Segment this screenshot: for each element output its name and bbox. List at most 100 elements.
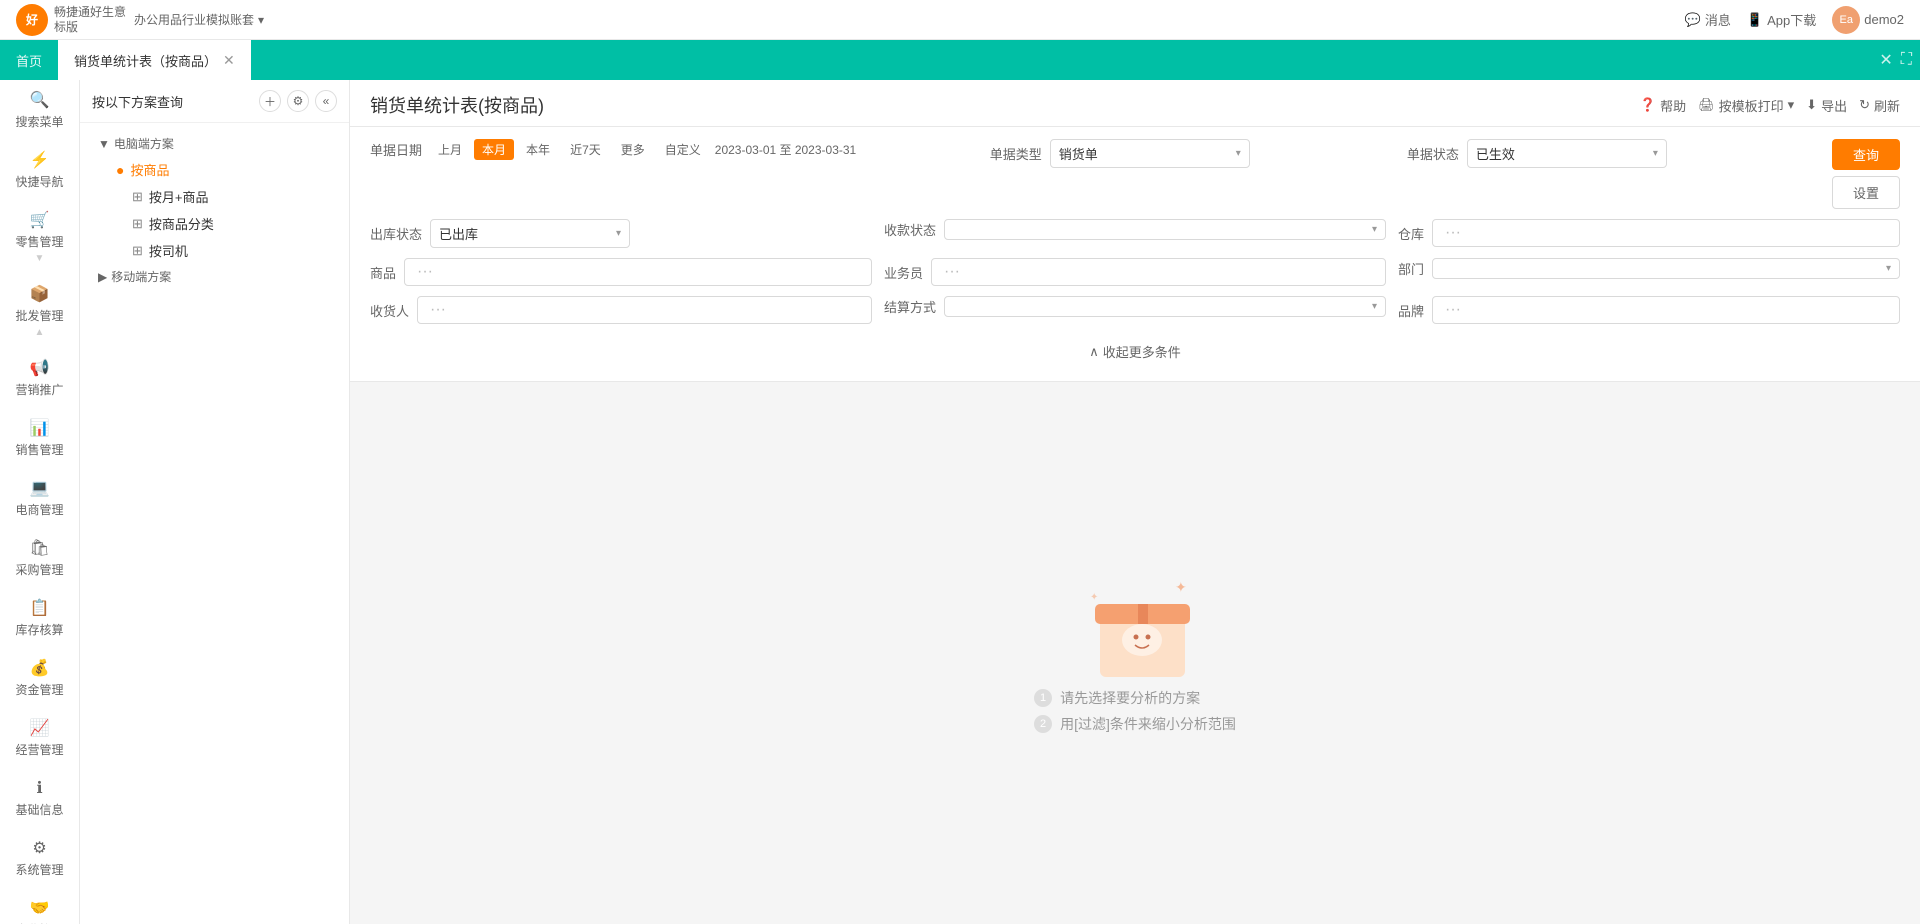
question-icon: ❓ <box>1640 97 1656 113</box>
page-header: 销货单统计表(按商品) ❓ 帮助 🖨 按模板打印 ▾ ⬇ 导出 <box>350 80 1920 127</box>
sidebar-item-inventory[interactable]: 📋 库存核算 <box>0 588 79 648</box>
close-tab-icon[interactable]: ✕ <box>223 53 235 67</box>
sidebar-item-retail[interactable]: 🛒 零售管理 ▼ <box>0 200 79 274</box>
sidebar-item-label: 库存核算 <box>15 621 63 638</box>
date-tab-this-month[interactable]: 本月 <box>474 139 514 160</box>
filter-group-doc-status: 单据状态 已生效 ▾ <box>1407 139 1812 168</box>
sidebar-item-quick[interactable]: ⚡ 快捷导航 <box>0 140 79 200</box>
filter-group-payment: 收款状态 ▾ <box>884 219 1386 240</box>
sidebar-item-marketing[interactable]: 📢 营销推广 <box>0 348 79 408</box>
industry-selector[interactable]: 办公用品行业模拟账套 ▾ <box>134 11 264 28</box>
sidebar-item-label: 零售管理 <box>15 233 63 250</box>
sidebar: 🔍 搜索菜单 ⚡ 快捷导航 🛒 零售管理 ▼ 📦 批发管理 ▲ 📢 营销推广 📊… <box>0 80 80 924</box>
collapse-panel-button[interactable]: « <box>315 90 337 112</box>
payment-method-input[interactable]: ▾ <box>944 296 1386 317</box>
warehouse-select[interactable]: 已出库 ▾ <box>430 219 630 248</box>
payment-label: 收款状态 <box>884 220 936 239</box>
sidebar-item-label: 采购管理 <box>15 561 63 578</box>
topbar-left: 好 畅捷通好生意 标版 办公用品行业模拟账套 ▾ <box>16 4 264 36</box>
add-scheme-button[interactable]: ＋ <box>259 90 281 112</box>
dept-input[interactable]: ▾ <box>1432 258 1900 279</box>
refresh-button[interactable]: ↻ 刷新 <box>1859 96 1900 115</box>
hint-num-2: 2 <box>1034 715 1052 733</box>
filter-group-goods: 商品 ··· <box>370 258 872 286</box>
date-tab-custom[interactable]: 自定义 <box>657 139 709 160</box>
scheme-by-cashier[interactable]: ⊞ 按司机 <box>92 237 337 264</box>
marketing-icon: 📢 <box>30 358 50 378</box>
print-button[interactable]: 🖨 按模板打印 ▾ <box>1698 96 1794 115</box>
topbar: 好 畅捷通好生意 标版 办公用品行业模拟账套 ▾ 💬 消息 📱 App下载 Ea… <box>0 0 1920 40</box>
chevron-down-icon: ▾ <box>1372 301 1377 312</box>
purchase-icon: 🛍 <box>29 538 49 558</box>
sidebar-item-sales[interactable]: 📊 销售管理 <box>0 408 79 468</box>
logo-icon: 好 <box>16 4 48 36</box>
date-tab-prev-month[interactable]: 上月 <box>430 139 470 160</box>
expand-icon: ▼ <box>98 137 110 151</box>
sidebar-item-operations[interactable]: 📈 经营管理 <box>0 708 79 768</box>
doc-status-select[interactable]: 已生效 ▾ <box>1467 139 1667 168</box>
logo-area: 好 畅捷通好生意 标版 <box>16 4 126 36</box>
maximize-icon[interactable]: ⛶ <box>1901 51 1912 69</box>
recipient-input[interactable]: ··· <box>417 296 872 324</box>
collapse-button[interactable]: ∧ 收起更多条件 <box>1089 342 1181 361</box>
finance-icon: 💰 <box>30 658 50 678</box>
storage-input[interactable]: ··· <box>1432 219 1900 247</box>
scheme-by-month-goods[interactable]: ⊞ 按月+商品 <box>92 183 337 210</box>
dept-label: 部门 <box>1398 259 1424 278</box>
sidebar-item-basic[interactable]: ℹ 基础信息 <box>0 768 79 828</box>
date-tab-this-year[interactable]: 本年 <box>518 139 558 160</box>
operations-icon: 📈 <box>30 718 50 738</box>
avatar: Ea <box>1832 6 1860 34</box>
sidebar-item-ecommerce[interactable]: 💻 电商管理 <box>0 468 79 528</box>
dots-icon: ··· <box>430 301 446 319</box>
active-dot-icon: ● <box>116 162 124 178</box>
settings-button[interactable]: 设置 <box>1832 176 1900 209</box>
doc-status-label: 单据状态 <box>1407 144 1459 163</box>
sidebar-item-finance[interactable]: 💰 资金管理 <box>0 648 79 708</box>
filter-panel: 按以下方案查询 ＋ ⚙ « ▼ 电脑端方案 ● 按商品 ⊞ 按月+ <box>80 80 350 924</box>
message-button[interactable]: 💬 消息 <box>1685 10 1731 29</box>
print-icon: 🖨 <box>1698 97 1715 113</box>
empty-hint-1: 1 请先选择要分析的方案 <box>1034 688 1236 708</box>
close-window-icon[interactable]: ✕ <box>1879 50 1892 70</box>
content: 按以下方案查询 ＋ ⚙ « ▼ 电脑端方案 ● 按商品 ⊞ 按月+ <box>80 80 1920 924</box>
help-button[interactable]: ❓ 帮助 <box>1640 96 1686 115</box>
sidebar-item-system[interactable]: ⚙ 系统管理 <box>0 828 79 888</box>
empty-hint-2: 2 用[过滤]条件来缩小分析范围 <box>1034 714 1236 734</box>
tabbar: 首页 销货单统计表（按商品） ✕ ✕ ⛶ <box>0 40 1920 80</box>
goods-input[interactable]: ··· <box>404 258 872 286</box>
sidebar-item-search[interactable]: 🔍 搜索菜单 <box>0 80 79 140</box>
action-buttons: 查询 设置 <box>1824 139 1900 209</box>
date-tab-more[interactable]: 更多 <box>613 139 653 160</box>
brand-input[interactable]: ··· <box>1432 296 1900 324</box>
warehouse-value: 已出库 <box>439 224 478 243</box>
user-menu[interactable]: Ea demo2 <box>1832 6 1904 34</box>
logo-text: 畅捷通好生意 标版 <box>54 5 126 34</box>
payment-input[interactable]: ▾ <box>944 219 1386 240</box>
mobile-label[interactable]: ▶ 移动端方案 <box>92 264 337 289</box>
scheme-by-goods-category[interactable]: ⊞ 按商品分类 <box>92 210 337 237</box>
expand-icon: ▶ <box>98 270 107 284</box>
chevron-up-icon: ∧ <box>1089 344 1099 360</box>
settings-scheme-button[interactable]: ⚙ <box>287 90 309 112</box>
salesperson-label: 业务员 <box>884 263 923 282</box>
date-range: 2023-03-01 至 2023-03-31 <box>715 141 856 158</box>
salesperson-input[interactable]: ··· <box>931 258 1386 286</box>
query-button[interactable]: 查询 <box>1832 139 1900 170</box>
sidebar-item-enterprise[interactable]: 🤝 企业协同 <box>0 888 79 924</box>
info-icon: ℹ <box>36 778 42 798</box>
filter-group-dept: 部门 ▾ <box>1398 258 1900 279</box>
ecommerce-icon: 💻 <box>30 478 50 498</box>
lightning-icon: ⚡ <box>30 150 50 170</box>
tab-home[interactable]: 首页 <box>0 40 58 80</box>
tab-stats[interactable]: 销货单统计表（按商品） ✕ <box>58 40 251 80</box>
scheme-by-goods[interactable]: ● 按商品 <box>92 156 337 183</box>
filter-area: 单据日期 上月 本月 本年 近7天 更多 自定义 2023-03-01 至 20… <box>350 127 1920 382</box>
doc-type-select[interactable]: 销货单 ▾ <box>1050 139 1250 168</box>
export-button[interactable]: ⬇ 导出 <box>1806 96 1847 115</box>
app-download-button[interactable]: 📱 App下载 <box>1747 10 1816 29</box>
sidebar-item-wholesale[interactable]: 📦 批发管理 ▲ <box>0 274 79 348</box>
sidebar-item-purchase[interactable]: 🛍 采购管理 <box>0 528 79 588</box>
home-tab-label: 首页 <box>16 51 42 70</box>
date-tab-7days[interactable]: 近7天 <box>562 139 609 160</box>
